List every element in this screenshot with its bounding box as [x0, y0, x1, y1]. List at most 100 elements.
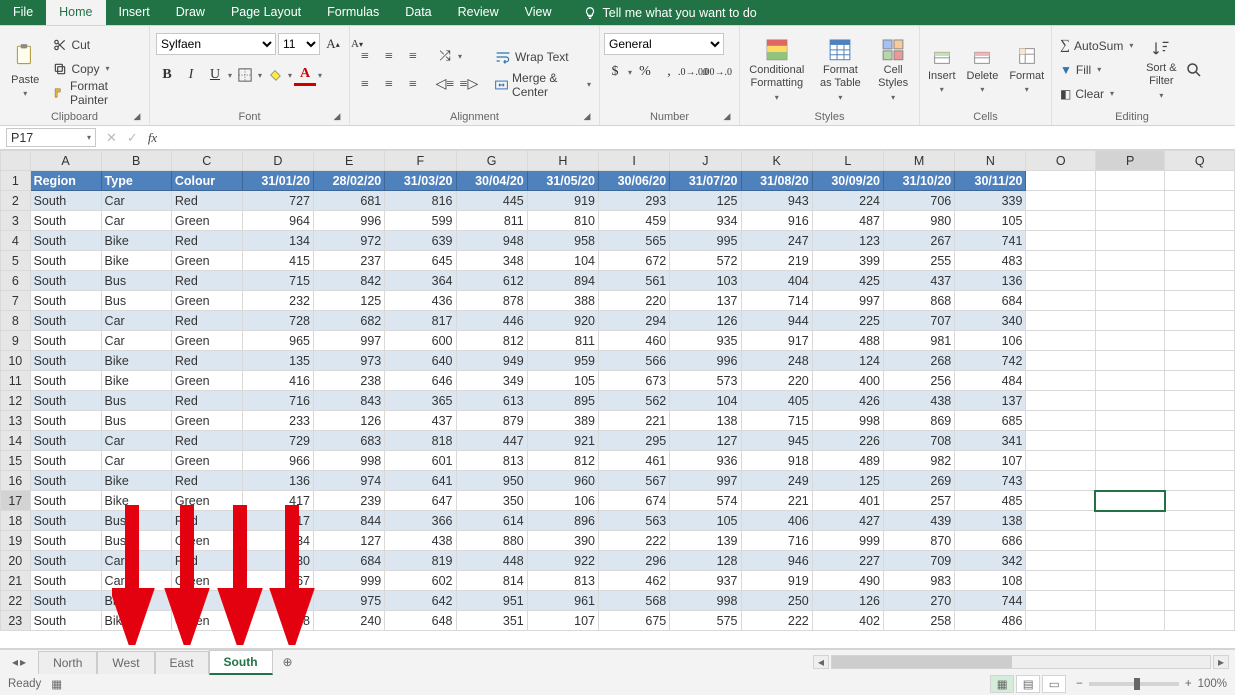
cell[interactable]: Green	[171, 611, 242, 631]
increase-decimal-button[interactable]: .0→.00	[682, 61, 704, 83]
cell[interactable]: 462	[599, 571, 670, 591]
cell[interactable]	[1095, 611, 1164, 631]
cell[interactable]: 460	[599, 331, 670, 351]
cell[interactable]: 489	[812, 451, 883, 471]
cell[interactable]	[1026, 451, 1095, 471]
cell[interactable]	[1165, 491, 1235, 511]
cell[interactable]: 137	[670, 291, 741, 311]
autosum-button[interactable]: ∑AutoSum▾	[1056, 35, 1137, 57]
sheet-tab-west[interactable]: West	[97, 651, 154, 674]
cell[interactable]: 402	[812, 611, 883, 631]
align-left-button[interactable]: ≡	[354, 74, 376, 96]
cell[interactable]: 107	[527, 611, 598, 631]
cell[interactable]: Red	[171, 431, 242, 451]
cell[interactable]: 240	[314, 611, 385, 631]
cell[interactable]: Car	[101, 211, 171, 231]
cell[interactable]: Bike	[101, 231, 171, 251]
cell[interactable]	[1026, 471, 1095, 491]
cell[interactable]: 811	[456, 211, 527, 231]
cell[interactable]: 30/06/20	[599, 171, 670, 191]
cell[interactable]: 446	[456, 311, 527, 331]
col-header-Q[interactable]: Q	[1165, 151, 1235, 171]
tab-view[interactable]: View	[512, 0, 565, 25]
cell[interactable]: 642	[385, 591, 456, 611]
row-header[interactable]: 23	[1, 611, 31, 631]
cell[interactable]	[1026, 591, 1095, 611]
cell[interactable]: 709	[884, 551, 955, 571]
cell[interactable]: 975	[314, 591, 385, 611]
cell[interactable]: 484	[955, 371, 1026, 391]
cell[interactable]: South	[30, 251, 101, 271]
format-cells-button[interactable]: Format▾	[1005, 36, 1048, 102]
col-header-A[interactable]: A	[30, 151, 101, 171]
cell[interactable]: 951	[456, 591, 527, 611]
cell[interactable]: 250	[741, 591, 812, 611]
cell[interactable]: Green	[171, 251, 242, 271]
cell[interactable]	[1165, 271, 1235, 291]
row-header[interactable]: 15	[1, 451, 31, 471]
cell[interactable]: Region	[30, 171, 101, 191]
cell[interactable]: South	[30, 531, 101, 551]
cell[interactable]: 257	[884, 491, 955, 511]
cell[interactable]: South	[30, 571, 101, 591]
cell[interactable]: 599	[385, 211, 456, 231]
cell-styles-button[interactable]: Cell Styles▾	[871, 36, 915, 102]
cell[interactable]: Red	[171, 311, 242, 331]
row-header[interactable]: 22	[1, 591, 31, 611]
cell[interactable]	[1026, 411, 1095, 431]
cell[interactable]: 418	[242, 611, 313, 631]
cell[interactable]: 639	[385, 231, 456, 251]
cell[interactable]: 918	[741, 451, 812, 471]
comma-button[interactable]: ,	[658, 61, 680, 83]
cell[interactable]	[1165, 351, 1235, 371]
cell[interactable]	[1095, 291, 1164, 311]
dialog-launcher-icon[interactable]: ◢	[721, 111, 733, 123]
cell[interactable]: Red	[171, 191, 242, 211]
cell[interactable]	[1165, 191, 1235, 211]
cell[interactable]: 416	[242, 371, 313, 391]
cell[interactable]	[1026, 431, 1095, 451]
cell[interactable]	[1026, 271, 1095, 291]
cancel-formula-icon[interactable]: ✕	[106, 130, 117, 146]
col-header-N[interactable]: N	[955, 151, 1026, 171]
cell[interactable]: 817	[385, 311, 456, 331]
cell[interactable]: 237	[314, 251, 385, 271]
cell[interactable]: 945	[741, 431, 812, 451]
cell[interactable]: 31/08/20	[741, 171, 812, 191]
cell[interactable]: 937	[670, 571, 741, 591]
dialog-launcher-icon[interactable]: ◢	[331, 111, 343, 123]
cell[interactable]: Bike	[101, 371, 171, 391]
cell[interactable]: 226	[812, 431, 883, 451]
cell[interactable]	[1026, 171, 1095, 191]
cell[interactable]: Car	[101, 571, 171, 591]
cell[interactable]: Car	[101, 451, 171, 471]
cell[interactable]: 256	[884, 371, 955, 391]
cell[interactable]: 565	[599, 231, 670, 251]
tab-formulas[interactable]: Formulas	[314, 0, 392, 25]
row-header[interactable]: 9	[1, 331, 31, 351]
cell[interactable]: South	[30, 391, 101, 411]
cell[interactable]: 673	[599, 371, 670, 391]
cell[interactable]: 561	[599, 271, 670, 291]
col-header-H[interactable]: H	[527, 151, 598, 171]
cell[interactable]: 949	[456, 351, 527, 371]
cell[interactable]: 943	[741, 191, 812, 211]
col-header-D[interactable]: D	[242, 151, 313, 171]
italic-button[interactable]: I	[180, 64, 202, 86]
cell[interactable]	[1026, 291, 1095, 311]
row-header[interactable]: 10	[1, 351, 31, 371]
col-header-P[interactable]: P	[1095, 151, 1164, 171]
row-header[interactable]: 5	[1, 251, 31, 271]
cell[interactable]: 810	[527, 211, 598, 231]
cell[interactable]: 404	[741, 271, 812, 291]
cell[interactable]: 816	[385, 191, 456, 211]
cell[interactable]: 30/04/20	[456, 171, 527, 191]
row-header[interactable]: 1	[1, 171, 31, 191]
cell[interactable]: 813	[456, 451, 527, 471]
cell[interactable]: 31/10/20	[884, 171, 955, 191]
cell[interactable]: 572	[670, 251, 741, 271]
cell[interactable]: 966	[242, 451, 313, 471]
cell[interactable]	[1165, 291, 1235, 311]
decrease-indent-button[interactable]: ◁≡	[434, 74, 456, 96]
cell[interactable]: 997	[314, 331, 385, 351]
